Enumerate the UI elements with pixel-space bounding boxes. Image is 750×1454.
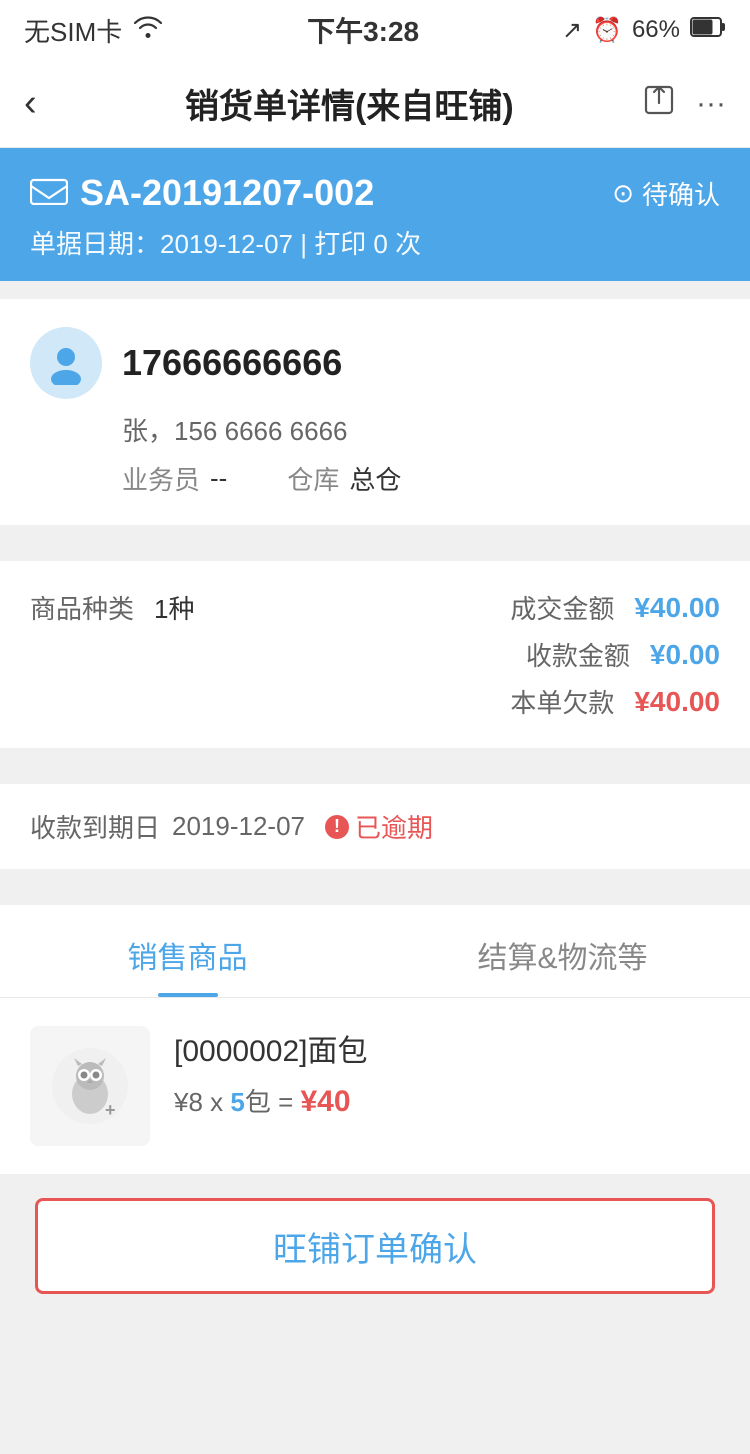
summary-left: 商品种类 1种 — [30, 589, 194, 626]
confirm-order-button[interactable]: 旺铺订单确认 — [35, 1198, 715, 1294]
product-price-row: ¥8 x 5包 = ¥40 — [174, 1082, 720, 1119]
transaction-value: ¥40.00 — [634, 592, 720, 624]
no-sim-label: 无SIM卡 — [24, 12, 122, 49]
collection-label: 收款金额 — [526, 636, 630, 673]
debt-value: ¥40.00 — [634, 686, 720, 718]
separator-2 — [0, 543, 750, 561]
salesperson-label: 业务员 — [122, 460, 200, 497]
summary-right: 成交金额 ¥40.00 收款金额 ¥0.00 本单欠款 ¥40.00 — [510, 589, 720, 720]
order-status-text: 待确认 — [642, 175, 720, 212]
collection-row: 收款金额 ¥0.00 — [526, 636, 720, 673]
nav-bar: ‹ 销货单详情(来自旺铺) ··· — [0, 60, 750, 148]
debt-label: 本单欠款 — [510, 683, 614, 720]
product-type-row: 商品种类 1种 — [30, 589, 194, 626]
tab-sales-products[interactable]: 销售商品 — [0, 905, 375, 997]
salesperson-value: -- — [210, 463, 227, 494]
overdue-text: 已逾期 — [355, 808, 433, 845]
overdue-icon: ! — [325, 815, 349, 839]
confirm-button-wrapper: 旺铺订单确认 — [35, 1198, 715, 1294]
back-button[interactable]: ‹ — [24, 82, 37, 125]
salesperson-item: 业务员 -- — [122, 460, 227, 497]
product-info: [0000002]面包 ¥8 x 5包 = ¥40 — [174, 1026, 720, 1119]
separator-1 — [0, 281, 750, 299]
order-date: 单据日期：2019-12-07 | 打印 0 次 — [30, 224, 720, 261]
overdue-badge: ! 已逾期 — [325, 808, 433, 845]
alarm-icon: ⏰ — [592, 16, 622, 45]
nav-actions: ··· — [642, 83, 726, 125]
customer-meta: 业务员 -- 仓库 总仓 — [30, 460, 720, 497]
warehouse-label: 仓库 — [287, 460, 339, 497]
more-button[interactable]: ··· — [696, 87, 726, 121]
collection-value: ¥0.00 — [650, 639, 720, 671]
customer-name-phone: 张，156 6666 6666 — [30, 411, 720, 448]
location-icon: ↗ — [562, 16, 582, 45]
product-item: + [0000002]面包 ¥8 x 5包 = ¥40 — [0, 998, 750, 1174]
transaction-row: 成交金额 ¥40.00 — [510, 589, 720, 626]
debt-row: 本单欠款 ¥40.00 — [510, 683, 720, 720]
order-id-row: SA-20191207-002 — [30, 172, 374, 214]
product-type-value: 1种 — [154, 589, 194, 626]
tab-settlement[interactable]: 结算&物流等 — [375, 905, 750, 997]
customer-phone: 17666666666 — [122, 342, 342, 384]
battery-label: 66% — [632, 16, 680, 44]
product-section: + [0000002]面包 ¥8 x 5包 = ¥40 — [0, 998, 750, 1174]
separator-3 — [0, 766, 750, 784]
clock-icon: ⊙ — [612, 178, 634, 209]
warehouse-value: 总仓 — [349, 460, 401, 497]
product-thumbnail: + — [30, 1026, 150, 1146]
order-header: SA-20191207-002 ⊙ 待确认 单据日期：2019-12-07 | … — [0, 148, 750, 281]
warehouse-item: 仓库 总仓 — [287, 460, 401, 497]
due-section: 收款到期日 2019-12-07 ! 已逾期 — [0, 784, 750, 869]
due-label: 收款到期日 — [30, 808, 160, 845]
share-button[interactable] — [642, 83, 676, 125]
tabs-section: 销售商品 结算&物流等 — [0, 905, 750, 998]
battery-icon — [690, 16, 726, 44]
status-bar: 无SIM卡 下午3:28 ↗ ⏰ 66% — [0, 0, 750, 60]
status-right: ↗ ⏰ 66% — [562, 16, 726, 45]
customer-section: 17666666666 张，156 6666 6666 业务员 -- 仓库 总仓 — [0, 299, 750, 525]
due-date-value: 2019-12-07 — [172, 811, 305, 842]
tabs-bar: 销售商品 结算&物流等 — [0, 905, 750, 998]
status-left: 无SIM卡 — [24, 12, 164, 49]
wifi-icon — [132, 15, 164, 46]
transaction-label: 成交金额 — [510, 589, 614, 626]
order-status: ⊙ 待确认 — [612, 175, 720, 212]
product-name: [0000002]面包 — [174, 1026, 720, 1070]
separator-4 — [0, 887, 750, 905]
product-type-label: 商品种类 — [30, 589, 134, 626]
svg-text:+: + — [105, 1100, 116, 1120]
order-icon — [30, 172, 68, 214]
avatar — [30, 327, 102, 399]
summary-section: 商品种类 1种 成交金额 ¥40.00 收款金额 ¥0.00 本单欠款 ¥40.… — [0, 561, 750, 748]
order-id-text: SA-20191207-002 — [80, 172, 374, 214]
status-time: 下午3:28 — [307, 10, 419, 50]
page-title: 销货单详情(来自旺铺) — [57, 79, 642, 128]
